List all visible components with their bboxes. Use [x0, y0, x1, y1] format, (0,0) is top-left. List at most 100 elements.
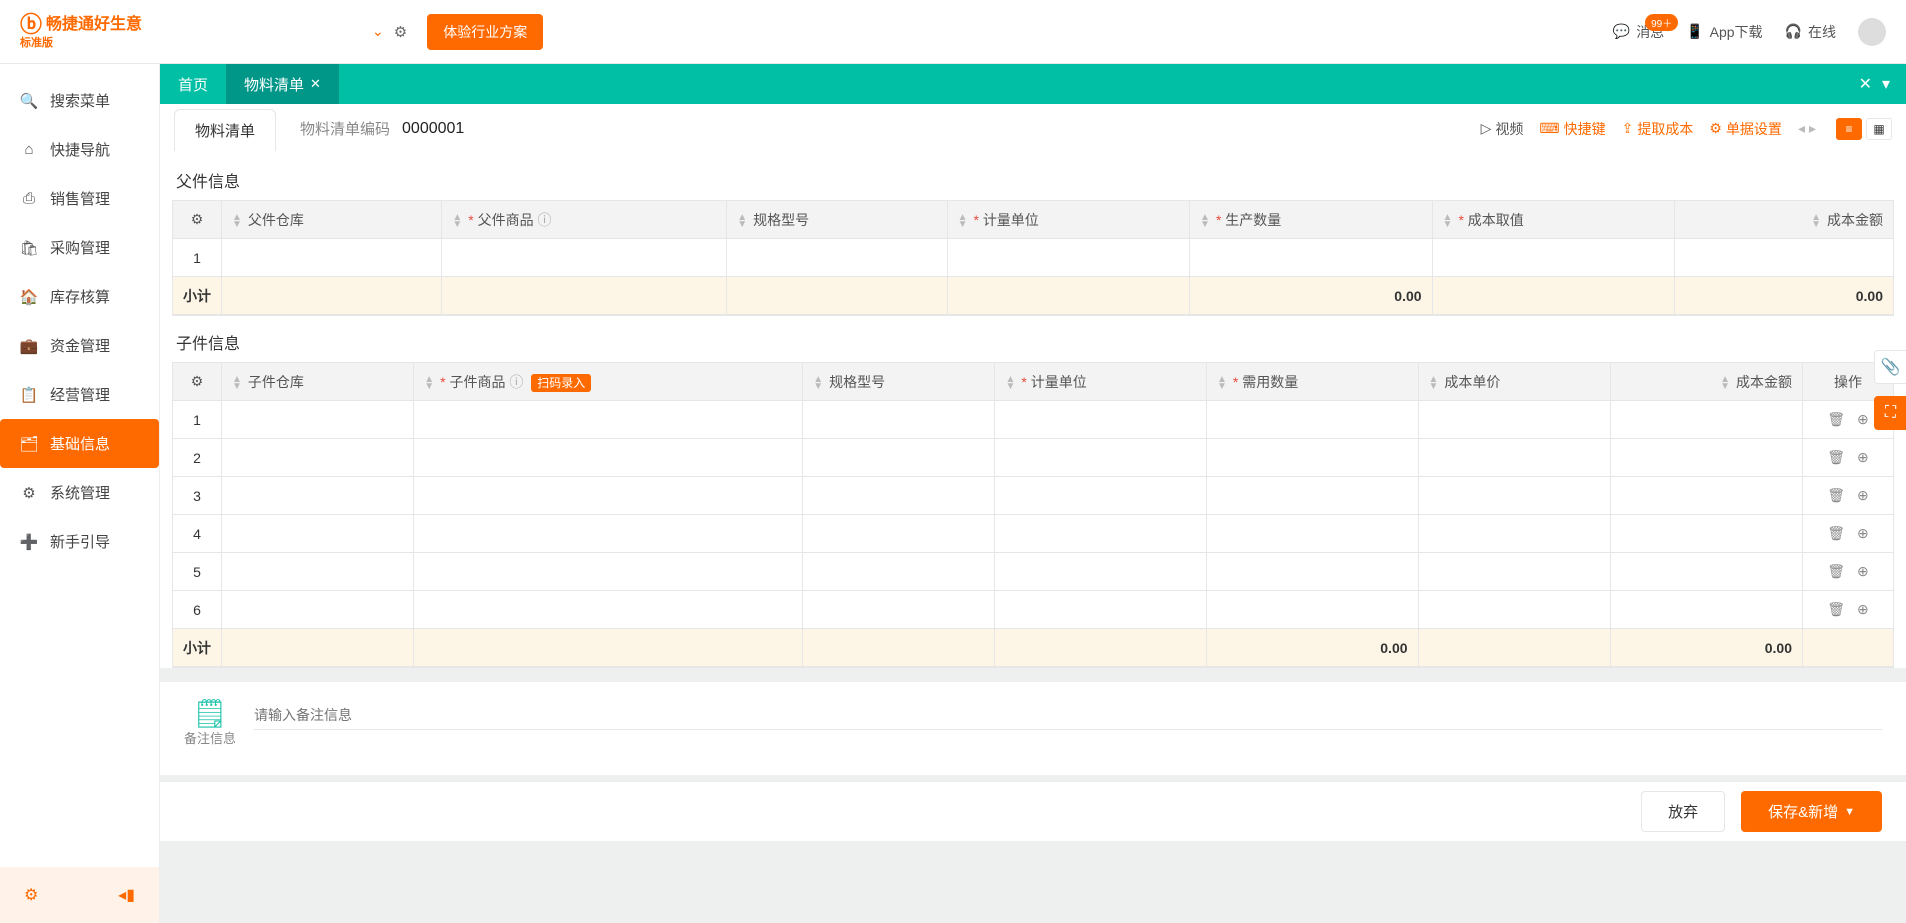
cell-uom[interactable]	[995, 553, 1207, 591]
table-row[interactable]: 1🗑⊕	[173, 401, 1893, 439]
add-row-icon[interactable]: ⊕	[1857, 601, 1869, 618]
sidebar-item-sales[interactable]: ⎙销售管理	[0, 174, 159, 223]
parent-col-costamount[interactable]: ▲▼成本金额	[1675, 201, 1893, 239]
app-download-button[interactable]: 📱 App下载	[1686, 22, 1762, 42]
cell-warehouse[interactable]	[222, 515, 414, 553]
parent-col-costbasis[interactable]: ▲▼* 成本取值	[1433, 201, 1675, 239]
table-row[interactable]: 3🗑⊕	[173, 477, 1893, 515]
abandon-button[interactable]: 放弃	[1641, 791, 1725, 832]
cell-product[interactable]	[414, 591, 803, 629]
cell-product[interactable]	[414, 401, 803, 439]
extract-cost-link[interactable]: ⇪提取成本	[1622, 119, 1694, 139]
cell-spec[interactable]	[727, 239, 947, 277]
table-row[interactable]: 2🗑⊕	[173, 439, 1893, 477]
delete-row-icon[interactable]: 🗑	[1827, 449, 1845, 466]
cell-needqty[interactable]	[1207, 591, 1419, 629]
user-avatar[interactable]	[1858, 18, 1886, 46]
prev-record-icon[interactable]: ◂	[1798, 120, 1805, 137]
view-list-icon[interactable]: ≡	[1836, 118, 1862, 140]
tab-bom[interactable]: 物料清单 ✕	[226, 64, 339, 104]
cell-needqty[interactable]	[1207, 439, 1419, 477]
page-tab-bom[interactable]: 物料清单	[174, 109, 276, 151]
delete-row-icon[interactable]: 🗑	[1827, 525, 1845, 542]
cell-warehouse[interactable]	[222, 239, 442, 277]
add-row-icon[interactable]: ⊕	[1857, 563, 1869, 580]
cell-warehouse[interactable]	[222, 553, 414, 591]
sidebar-item-guide[interactable]: ➕新手引导	[0, 517, 159, 566]
cell-warehouse[interactable]	[222, 439, 414, 477]
delete-row-icon[interactable]: 🗑	[1827, 563, 1845, 580]
help-icon[interactable]: ⓘ	[537, 212, 551, 228]
cell-costamount[interactable]	[1611, 477, 1803, 515]
cell-unitcost[interactable]	[1419, 553, 1611, 591]
tabstrip-menu-icon[interactable]: ▾	[1882, 74, 1890, 94]
add-row-icon[interactable]: ⊕	[1857, 525, 1869, 542]
parent-col-product[interactable]: ▲▼* 父件商品 ⓘ	[442, 201, 727, 239]
delete-row-icon[interactable]: 🗑	[1827, 411, 1845, 428]
sidebar-item-quicknav[interactable]: ⌂快捷导航	[0, 125, 159, 174]
cell-product[interactable]	[414, 439, 803, 477]
parent-col-warehouse[interactable]: ▲▼父件仓库	[222, 201, 442, 239]
cell-needqty[interactable]	[1207, 401, 1419, 439]
cell-unitcost[interactable]	[1419, 591, 1611, 629]
cell-uom[interactable]	[948, 239, 1190, 277]
cell-spec[interactable]	[803, 401, 995, 439]
parent-col-qty[interactable]: ▲▼* 生产数量	[1190, 201, 1432, 239]
cell-spec[interactable]	[803, 439, 995, 477]
table-row[interactable]: 1	[173, 239, 1893, 277]
sidebar-item-search[interactable]: 🔍搜索菜单	[0, 76, 159, 125]
child-col-warehouse[interactable]: ▲▼子件仓库	[222, 363, 414, 401]
table-row[interactable]: 5🗑⊕	[173, 553, 1893, 591]
cell-needqty[interactable]	[1207, 515, 1419, 553]
close-icon[interactable]: ✕	[310, 76, 321, 92]
delete-row-icon[interactable]: 🗑	[1827, 601, 1845, 618]
cell-uom[interactable]	[995, 591, 1207, 629]
add-row-icon[interactable]: ⊕	[1857, 411, 1869, 428]
cell-needqty[interactable]	[1207, 553, 1419, 591]
messages-button[interactable]: 💬 消息 99＋	[1613, 22, 1664, 42]
cell-warehouse[interactable]	[222, 477, 414, 515]
settings-icon[interactable]: ⚙	[24, 885, 38, 905]
cell-costbasis[interactable]	[1433, 239, 1675, 277]
child-col-gear[interactable]: ⚙	[173, 363, 222, 401]
remark-input[interactable]	[254, 700, 1882, 730]
delete-row-icon[interactable]: 🗑	[1827, 487, 1845, 504]
parent-col-gear[interactable]: ⚙	[173, 201, 222, 239]
cell-product[interactable]	[414, 515, 803, 553]
cell-spec[interactable]	[803, 591, 995, 629]
cell-costamount[interactable]	[1611, 401, 1803, 439]
next-record-icon[interactable]: ▸	[1809, 120, 1816, 137]
cell-product[interactable]	[414, 553, 803, 591]
company-selector[interactable]: ⌄ ⚙	[182, 23, 407, 41]
cell-unitcost[interactable]	[1419, 439, 1611, 477]
cell-uom[interactable]	[995, 401, 1207, 439]
cell-spec[interactable]	[803, 515, 995, 553]
collapse-sidebar-icon[interactable]: ◂▮	[118, 885, 135, 905]
attachment-icon[interactable]: 📎	[1874, 350, 1906, 384]
cell-needqty[interactable]	[1207, 477, 1419, 515]
add-row-icon[interactable]: ⊕	[1857, 487, 1869, 504]
cell-product[interactable]	[442, 239, 727, 277]
cell-warehouse[interactable]	[222, 401, 414, 439]
cell-product[interactable]	[414, 477, 803, 515]
add-row-icon[interactable]: ⊕	[1857, 449, 1869, 466]
help-icon[interactable]: ⓘ	[509, 374, 523, 390]
child-col-product[interactable]: ▲▼* 子件商品 ⓘ 扫码录入	[414, 363, 803, 401]
shortcut-link[interactable]: ⌨快捷键	[1539, 119, 1605, 139]
video-link[interactable]: ▷视频	[1481, 119, 1524, 139]
scan-input-badge[interactable]: 扫码录入	[531, 374, 591, 392]
sidebar-item-inventory[interactable]: 🏠库存核算	[0, 272, 159, 321]
online-service-button[interactable]: 🎧 在线	[1785, 22, 1836, 42]
cell-spec[interactable]	[803, 553, 995, 591]
sidebar-item-operation[interactable]: 📋经营管理	[0, 370, 159, 419]
child-col-uom[interactable]: ▲▼* 计量单位	[995, 363, 1207, 401]
cell-costamount[interactable]	[1611, 591, 1803, 629]
cell-uom[interactable]	[995, 439, 1207, 477]
table-row[interactable]: 6🗑⊕	[173, 591, 1893, 629]
cell-unitcost[interactable]	[1419, 515, 1611, 553]
cell-unitcost[interactable]	[1419, 477, 1611, 515]
parent-col-spec[interactable]: ▲▼规格型号	[727, 201, 947, 239]
child-col-costamount[interactable]: ▲▼成本金额	[1611, 363, 1803, 401]
cell-costamount[interactable]	[1675, 239, 1893, 277]
cell-uom[interactable]	[995, 515, 1207, 553]
